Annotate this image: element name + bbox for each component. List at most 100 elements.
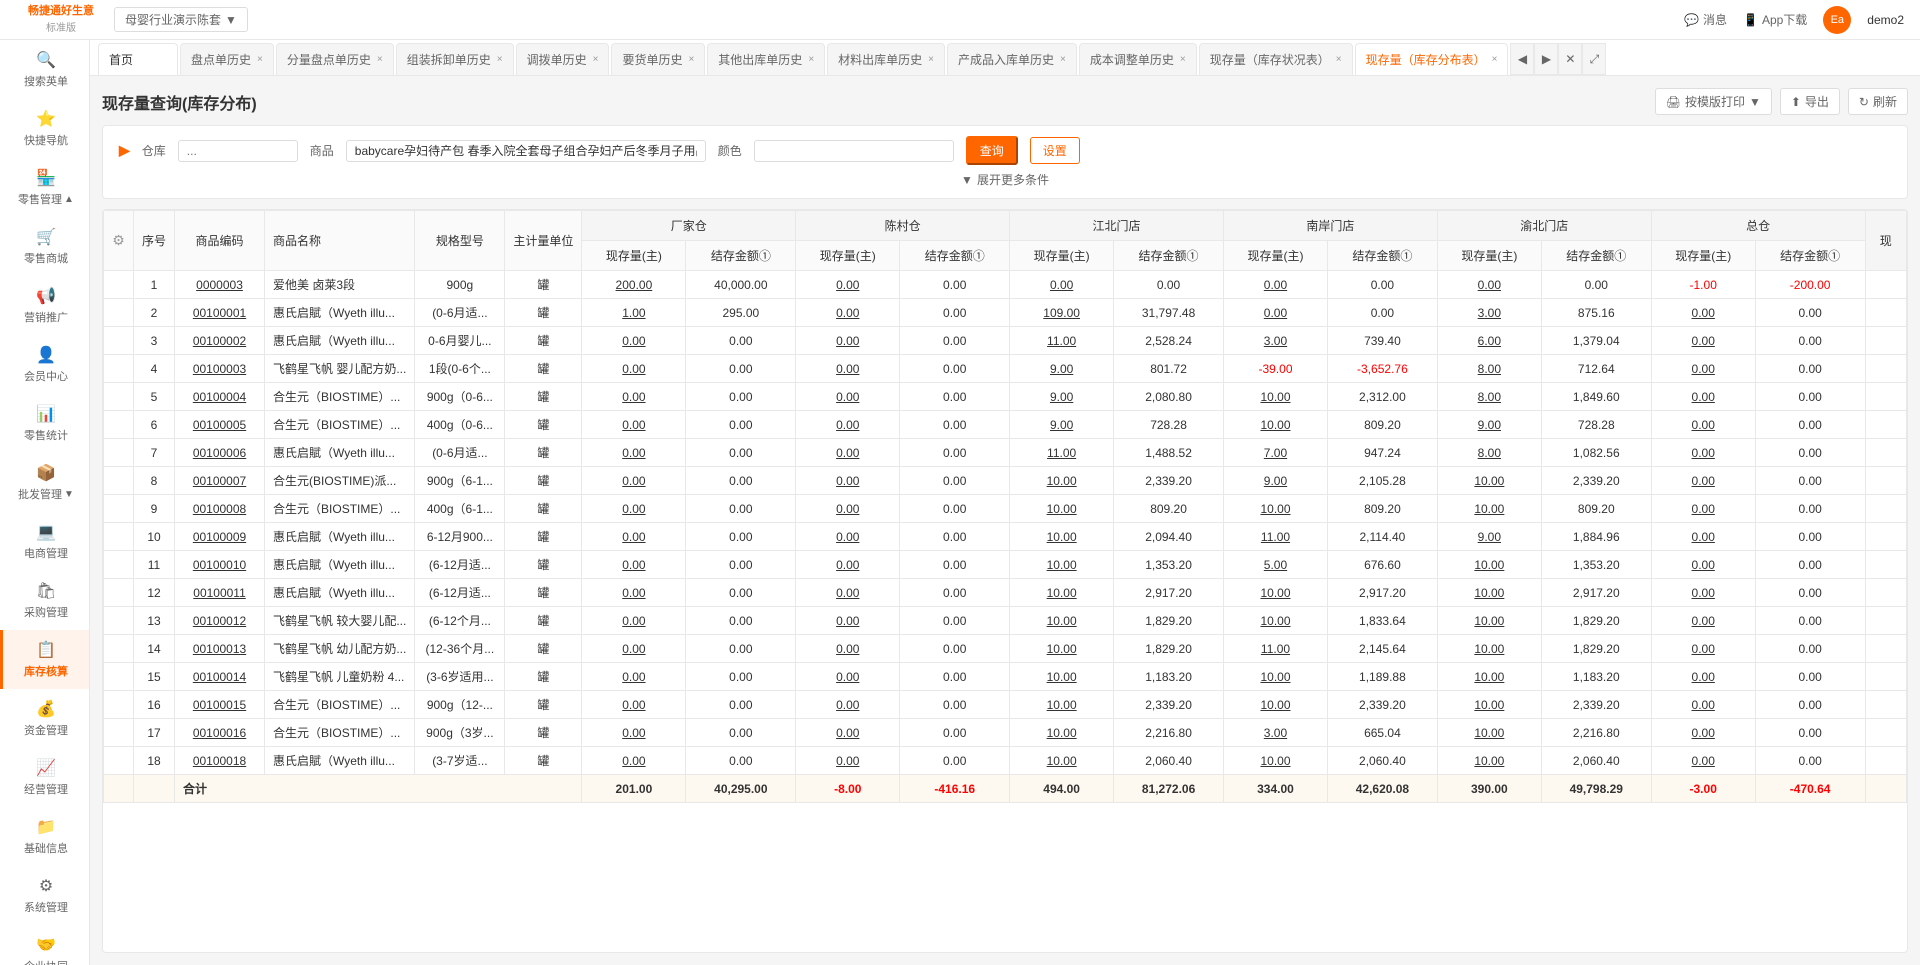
cell-link[interactable]: 1.00 xyxy=(622,306,645,320)
expand-more-button[interactable]: ▼ 展开更多条件 xyxy=(119,171,1891,188)
cell-link[interactable]: -1.00 xyxy=(1690,278,1717,292)
tab-close-transfer[interactable]: × xyxy=(593,54,599,65)
tab-stock-dist[interactable]: 现存量（库存分布表） × xyxy=(1355,43,1509,75)
sidebar-item-wholesale[interactable]: 📦 批发管理 ▼ xyxy=(0,453,89,512)
cell-link[interactable]: 0.00 xyxy=(1692,502,1715,516)
cell-link[interactable]: 0.00 xyxy=(836,334,859,348)
cell-link[interactable]: 10.00 xyxy=(1047,754,1077,768)
sidebar-item-enterprise[interactable]: 🤝 企业协同 xyxy=(0,925,89,965)
sidebar-item-stock-check[interactable]: 📋 库存核算 xyxy=(0,630,89,689)
cell-link[interactable]: 11.00 xyxy=(1261,530,1290,544)
cell-link[interactable]: 0.00 xyxy=(1692,362,1715,376)
tab-assemble[interactable]: 组装拆卸单历史 × xyxy=(396,43,514,75)
cell-link[interactable]: 00100006 xyxy=(193,446,246,460)
cell-link[interactable]: 0.00 xyxy=(836,306,859,320)
cell-link[interactable]: 0.00 xyxy=(836,390,859,404)
sidebar-item-retail-mgmt[interactable]: 🏪 零售管理 ▲ xyxy=(0,158,89,217)
cell-link[interactable]: 0.00 xyxy=(836,418,859,432)
cell-link[interactable]: 10.00 xyxy=(1047,530,1077,544)
cell-link[interactable]: 10.00 xyxy=(1474,614,1504,628)
cell-link[interactable]: 10.00 xyxy=(1047,698,1077,712)
cell-link[interactable]: 9.00 xyxy=(1050,362,1073,376)
tab-nav-prev[interactable]: ◀ xyxy=(1510,43,1534,75)
avatar[interactable]: Ea xyxy=(1823,6,1851,34)
cell-link[interactable]: 0.00 xyxy=(622,642,645,656)
tab-close-stock-dist[interactable]: × xyxy=(1492,54,1498,65)
sidebar-item-basic[interactable]: 📁 基础信息 xyxy=(0,807,89,866)
cell-link[interactable]: 0.00 xyxy=(622,754,645,768)
tab-transfer[interactable]: 调拨单历史 × xyxy=(516,43,610,75)
app-download-button[interactable]: 📱 App下载 xyxy=(1743,11,1807,28)
cell-link[interactable]: 10.00 xyxy=(1047,474,1077,488)
username-label[interactable]: demo2 xyxy=(1867,13,1904,27)
tab-sub-inventory[interactable]: 分量盘点单历史 × xyxy=(276,43,394,75)
cell-link[interactable]: 00100016 xyxy=(193,726,246,740)
tab-nav-close-all[interactable]: ✕ xyxy=(1558,43,1582,75)
cell-link[interactable]: 0.00 xyxy=(836,586,859,600)
cell-link[interactable]: 0.00 xyxy=(1692,642,1715,656)
tab-close-other-out[interactable]: × xyxy=(808,54,814,65)
cell-link[interactable]: 8.00 xyxy=(1478,390,1501,404)
cell-link[interactable]: 00100004 xyxy=(193,390,246,404)
cell-link[interactable]: 10.00 xyxy=(1047,586,1077,600)
cell-link[interactable]: 0.00 xyxy=(622,390,645,404)
cell-link[interactable]: 0.00 xyxy=(836,670,859,684)
cell-link[interactable]: 00100007 xyxy=(193,474,246,488)
cell-link[interactable]: 8.00 xyxy=(1478,362,1501,376)
messages-button[interactable]: 💬 消息 xyxy=(1684,11,1727,28)
cell-link[interactable]: 0.00 xyxy=(1692,390,1715,404)
sidebar-item-ecommerce[interactable]: 💻 电商管理 xyxy=(0,512,89,571)
cell-link[interactable]: 0000003 xyxy=(196,278,243,292)
cell-link[interactable]: 0.00 xyxy=(1692,334,1715,348)
sidebar-item-operations[interactable]: 📈 经营管理 xyxy=(0,748,89,807)
cell-link[interactable]: 00100015 xyxy=(193,698,246,712)
cell-link[interactable]: 3.00 xyxy=(1478,306,1501,320)
cell-link[interactable]: 0.00 xyxy=(622,614,645,628)
cell-link[interactable]: 10.00 xyxy=(1474,558,1504,572)
cell-link[interactable]: 9.00 xyxy=(1050,390,1073,404)
cell-link[interactable]: 10.00 xyxy=(1047,642,1077,656)
cell-link[interactable]: 10.00 xyxy=(1474,474,1504,488)
cell-link[interactable]: 10.00 xyxy=(1260,614,1290,628)
tab-nav-next[interactable]: ▶ xyxy=(1534,43,1558,75)
cell-link[interactable]: 9.00 xyxy=(1478,418,1501,432)
cell-link[interactable]: 0.00 xyxy=(622,726,645,740)
filter-collapse-icon[interactable]: ▶ xyxy=(119,142,130,159)
cell-link[interactable]: 0.00 xyxy=(622,362,645,376)
cell-link[interactable]: 0.00 xyxy=(836,278,859,292)
sidebar-item-finance[interactable]: 💰 资金管理 xyxy=(0,689,89,748)
cell-link[interactable]: 9.00 xyxy=(1478,530,1501,544)
cell-link[interactable]: 10.00 xyxy=(1474,726,1504,740)
cell-link[interactable]: 0.00 xyxy=(1264,278,1287,292)
cell-link[interactable]: 0.00 xyxy=(1692,418,1715,432)
cell-link[interactable]: 10.00 xyxy=(1474,698,1504,712)
cell-link[interactable]: 0.00 xyxy=(836,614,859,628)
cell-link[interactable]: 10.00 xyxy=(1047,614,1077,628)
cell-link[interactable]: 10.00 xyxy=(1260,754,1290,768)
cell-link[interactable]: 10.00 xyxy=(1474,754,1504,768)
cell-link[interactable]: 3.00 xyxy=(1264,726,1287,740)
cell-link[interactable]: 00100018 xyxy=(193,754,246,768)
cell-link[interactable]: 5.00 xyxy=(1264,558,1287,572)
cell-link[interactable]: 10.00 xyxy=(1474,586,1504,600)
cell-link[interactable]: 10.00 xyxy=(1260,698,1290,712)
cell-link[interactable]: 10.00 xyxy=(1047,670,1077,684)
tab-material-out[interactable]: 材料出库单历史 × xyxy=(827,43,945,75)
cell-link[interactable]: 8.00 xyxy=(1478,446,1501,460)
tab-home[interactable]: 首页 xyxy=(98,43,178,75)
cell-link[interactable]: -39.00 xyxy=(1258,362,1292,376)
cell-link[interactable]: 0.00 xyxy=(622,334,645,348)
tab-cost-adjust[interactable]: 成本调整单历史 × xyxy=(1079,43,1197,75)
sidebar-item-retail-store[interactable]: 🛒 零售商城 xyxy=(0,217,89,276)
cell-link[interactable]: 00100008 xyxy=(193,502,246,516)
industry-selector[interactable]: 母婴行业演示陈套 ▼ xyxy=(114,7,248,32)
tab-close-product-in[interactable]: × xyxy=(1060,54,1066,65)
cell-link[interactable]: 10.00 xyxy=(1474,642,1504,656)
warehouse-input[interactable] xyxy=(178,140,298,162)
cell-link[interactable]: 0.00 xyxy=(836,502,859,516)
cell-link[interactable]: 00100001 xyxy=(193,306,246,320)
cell-link[interactable]: 0.00 xyxy=(836,362,859,376)
cell-link[interactable]: 0.00 xyxy=(622,530,645,544)
cell-link[interactable]: 10.00 xyxy=(1474,502,1504,516)
sidebar-item-member[interactable]: 👤 会员中心 xyxy=(0,335,89,394)
